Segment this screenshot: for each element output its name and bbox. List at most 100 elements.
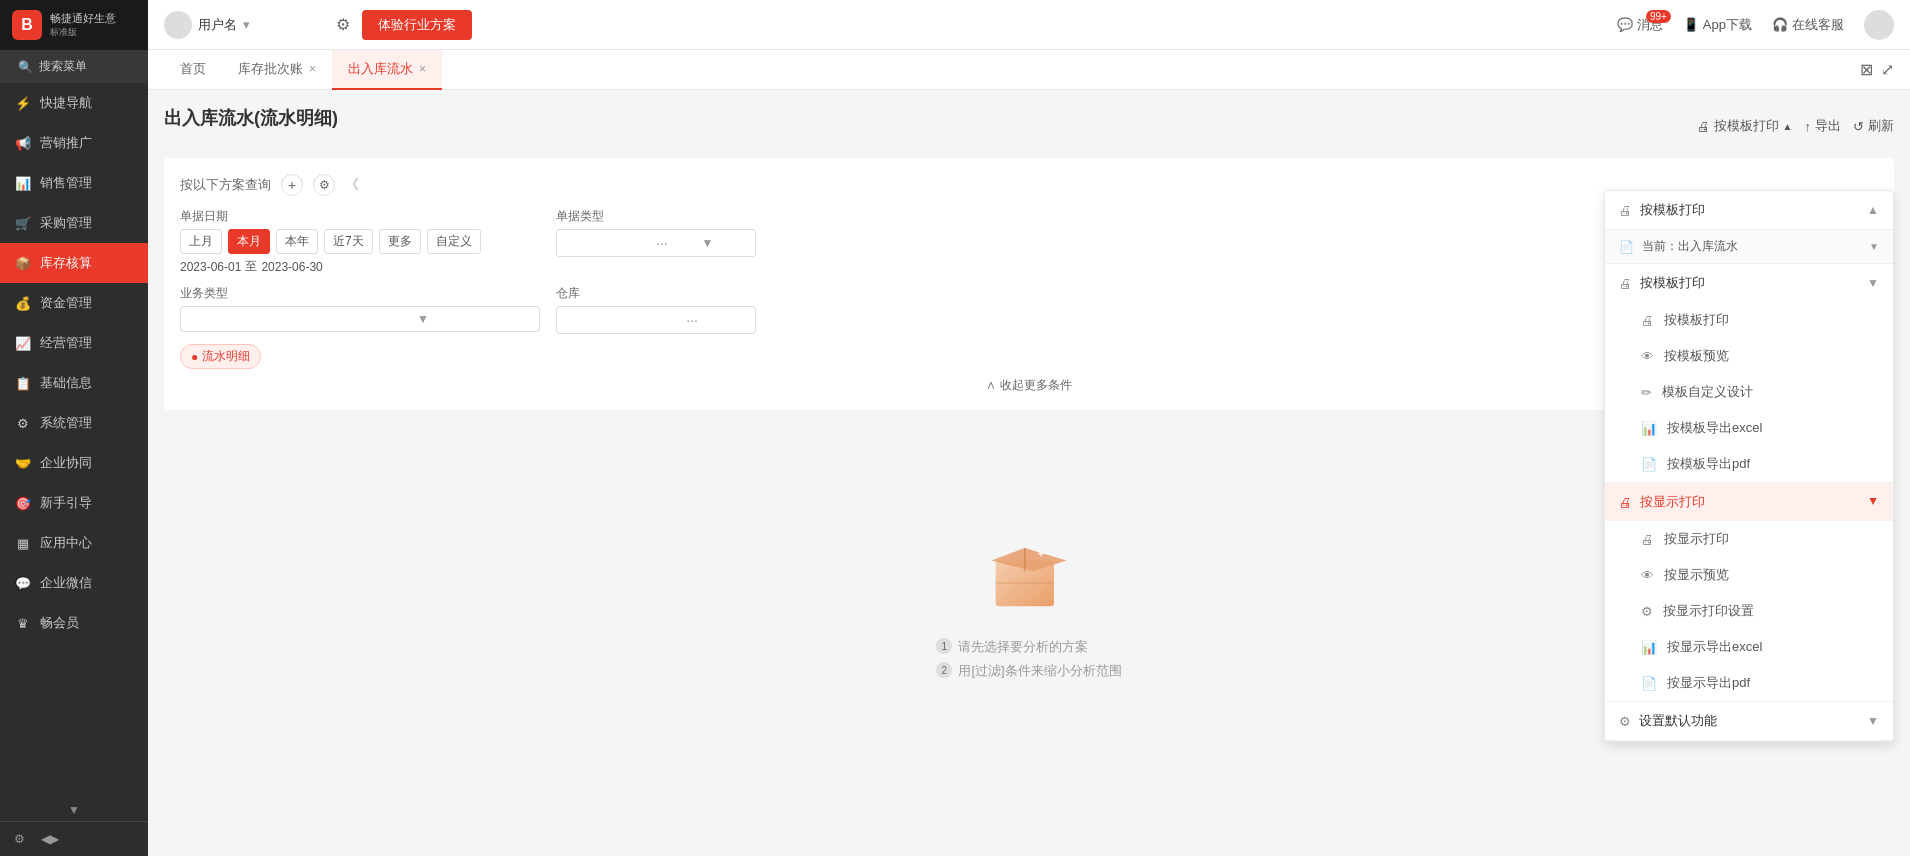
- online-service-btn[interactable]: 🎧 在线客服: [1772, 16, 1844, 34]
- sidebar-item-basic-info[interactable]: 📋 基础信息: [0, 363, 148, 403]
- date-from: 2023-06-01: [180, 260, 241, 274]
- finance-icon: 💰: [14, 294, 32, 312]
- sidebar-item-enterprise-wx[interactable]: 💬 企业微信: [0, 563, 148, 603]
- dropdown-item-display-print[interactable]: 🖨 按显示打印: [1605, 521, 1893, 557]
- tab-inout-flow[interactable]: 出入库流水 ×: [332, 50, 442, 90]
- member-icon: ♛: [14, 614, 32, 632]
- tab-label: 库存批次账: [238, 60, 303, 78]
- dropdown-item-display-preview[interactable]: 👁 按显示预览: [1605, 557, 1893, 593]
- template-print-label: 按模板打印: [1664, 311, 1729, 329]
- sidebar-item-member[interactable]: ♛ 畅会员: [0, 603, 148, 643]
- search-collapse-btn[interactable]: 《: [345, 176, 359, 194]
- message-btn[interactable]: 💬 消息 99+: [1617, 16, 1663, 34]
- refresh-label: 刷新: [1868, 117, 1894, 135]
- date-more-btn[interactable]: 更多: [379, 229, 421, 254]
- tab-batch-account[interactable]: 库存批次账 ×: [222, 50, 332, 90]
- add-condition-btn[interactable]: +: [281, 174, 303, 196]
- print-template-btn[interactable]: 🖨 按模板打印 ▲: [1697, 117, 1793, 135]
- search-settings-btn[interactable]: ⚙: [313, 174, 335, 196]
- filter-tag-label: 流水明细: [202, 348, 250, 365]
- topbar-gear-icon[interactable]: ⚙: [336, 15, 350, 34]
- sidebar-search-label: 搜索菜单: [39, 58, 87, 75]
- tab-close-icon[interactable]: ×: [419, 62, 426, 76]
- search-icon: 🔍: [18, 60, 33, 74]
- doc-type-select[interactable]: ··· ▼: [556, 229, 756, 257]
- dropdown-item-template-excel[interactable]: 📊 按模板导出excel: [1605, 410, 1893, 446]
- sidebar-collapse-btn[interactable]: ◀▶: [41, 832, 59, 846]
- dropdown-item-display-settings[interactable]: ⚙ 按显示打印设置: [1605, 593, 1893, 629]
- current-template-icon: 📄: [1619, 240, 1634, 254]
- dropdown-item-template-preview[interactable]: 👁 按模板预览: [1605, 338, 1893, 374]
- sidebar-item-marketing[interactable]: 📢 营销推广: [0, 123, 148, 163]
- dropdown-section-display: 🖨 按显示打印 ▲ 🖨 按显示打印 👁 按显示预览 ⚙: [1605, 483, 1893, 702]
- app-logo-icon: B: [12, 10, 42, 40]
- sidebar-scroll-down[interactable]: ▼: [0, 799, 148, 821]
- tab-home[interactable]: 首页: [164, 50, 222, 90]
- dropdown-section-display-header[interactable]: 🖨 按显示打印 ▲: [1605, 483, 1893, 521]
- dropdown-header-content: 🖨 按模板打印: [1619, 201, 1705, 219]
- headset-icon: 🎧: [1772, 17, 1788, 32]
- sidebar-item-label: 系统管理: [40, 414, 92, 432]
- sidebar-search[interactable]: 🔍 搜索菜单: [0, 50, 148, 83]
- sidebar-item-enterprise[interactable]: 🤝 企业协同: [0, 443, 148, 483]
- dropdown-section-default-header[interactable]: ⚙ 设置默认功能 ▼: [1605, 702, 1893, 740]
- user-dropdown-icon[interactable]: ▾: [243, 17, 250, 32]
- print-dropdown-panel: 🖨 按模板打印 ▲ 📄 当前：出入库流水 ▼ 🖨 按模板打印: [1604, 190, 1894, 742]
- warehouse-more-icon: ···: [686, 312, 747, 328]
- trial-btn[interactable]: 体验行业方案: [362, 10, 472, 40]
- sidebar-settings-btn[interactable]: ⚙: [14, 832, 25, 846]
- topbar: 用户名 ▾ ⚙ 体验行业方案 💬 消息 99+ 📱 App下载 🎧 在线客服: [148, 0, 1910, 50]
- dropdown-item-template-print[interactable]: 🖨 按模板打印: [1605, 302, 1893, 338]
- refresh-btn[interactable]: ↺ 刷新: [1853, 117, 1894, 135]
- tabs-expand-btn[interactable]: ⤢: [1881, 60, 1894, 79]
- quick-nav-icon: ⚡: [14, 94, 32, 112]
- basic-info-icon: 📋: [14, 374, 32, 392]
- sidebar-item-purchase[interactable]: 🛒 采购管理: [0, 203, 148, 243]
- date-current-year-btn[interactable]: 本年: [276, 229, 318, 254]
- filter-tag-water[interactable]: ● 流水明细: [180, 344, 261, 369]
- sidebar-item-app-center[interactable]: ▦ 应用中心: [0, 523, 148, 563]
- sidebar-item-label: 经营管理: [40, 334, 92, 352]
- dropdown-section-template-header[interactable]: 🖨 按模板打印 ▼: [1605, 264, 1893, 302]
- sys-mgmt-icon: ⚙: [14, 414, 32, 432]
- sidebar-item-finance[interactable]: 💰 资金管理: [0, 283, 148, 323]
- sidebar-item-sales[interactable]: 📊 销售管理: [0, 163, 148, 203]
- sidebar-item-quick-nav[interactable]: ⚡ 快捷导航: [0, 83, 148, 123]
- print-template-label: 按模板打印: [1714, 117, 1779, 135]
- template-section-label: 按模板打印: [1640, 274, 1705, 292]
- sidebar-item-label: 企业微信: [40, 574, 92, 592]
- user-area[interactable]: 用户名 ▾: [164, 11, 324, 39]
- date-recent-7-btn[interactable]: 近7天: [324, 229, 373, 254]
- sidebar-item-sys-mgmt[interactable]: ⚙ 系统管理: [0, 403, 148, 443]
- date-current-month-btn[interactable]: 本月: [228, 229, 270, 254]
- biz-type-select[interactable]: ▼: [180, 306, 540, 332]
- tabs-bar: 首页 库存批次账 × 出入库流水 × ⊠ ⤢: [148, 50, 1910, 90]
- date-custom-btn[interactable]: 自定义: [427, 229, 481, 254]
- top-user-avatar[interactable]: [1864, 10, 1894, 40]
- dropdown-item-display-pdf[interactable]: 📄 按显示导出pdf: [1605, 665, 1893, 701]
- dropdown-current[interactable]: 📄 当前：出入库流水 ▼: [1605, 230, 1893, 264]
- excel-item-icon: 📊: [1641, 421, 1657, 436]
- display-preview-label: 按显示预览: [1664, 566, 1729, 584]
- warehouse-select[interactable]: ···: [556, 306, 756, 334]
- date-prev-month-btn[interactable]: 上月: [180, 229, 222, 254]
- custom-item-icon: ✏: [1641, 385, 1652, 400]
- sidebar-item-new-guide[interactable]: 🎯 新手引导: [0, 483, 148, 523]
- dropdown-item-template-custom[interactable]: ✏ 模板自定义设计: [1605, 374, 1893, 410]
- collapse-more-label: ∧ 收起更多条件: [986, 378, 1071, 392]
- dropdown-item-template-pdf[interactable]: 📄 按模板导出pdf: [1605, 446, 1893, 482]
- sidebar-item-inventory[interactable]: 📦 库存核算: [0, 243, 148, 283]
- page-content: 出入库流水(流水明细) 🖨 按模板打印 ▲ ↑ 导出 ↺ 刷新: [148, 90, 1910, 856]
- tab-close-icon[interactable]: ×: [309, 62, 316, 76]
- default-section-label: 设置默认功能: [1639, 712, 1717, 730]
- sidebar-item-operations[interactable]: 📈 经营管理: [0, 323, 148, 363]
- dropdown-item-display-excel[interactable]: 📊 按显示导出excel: [1605, 629, 1893, 665]
- dropdown-section-template-title: 🖨 按模板打印: [1619, 274, 1705, 292]
- export-btn[interactable]: ↑ 导出: [1805, 117, 1842, 135]
- app-download-label: App下载: [1703, 16, 1752, 34]
- enterprise-icon: 🤝: [14, 454, 32, 472]
- app-download-btn[interactable]: 📱 App下载: [1683, 16, 1752, 34]
- template-section-items: 🖨 按模板打印 👁 按模板预览 ✏ 模板自定义设计 📊 按模板导出excel: [1605, 302, 1893, 482]
- tip-num-2: 2: [936, 662, 952, 678]
- tabs-restore-btn[interactable]: ⊠: [1860, 60, 1873, 79]
